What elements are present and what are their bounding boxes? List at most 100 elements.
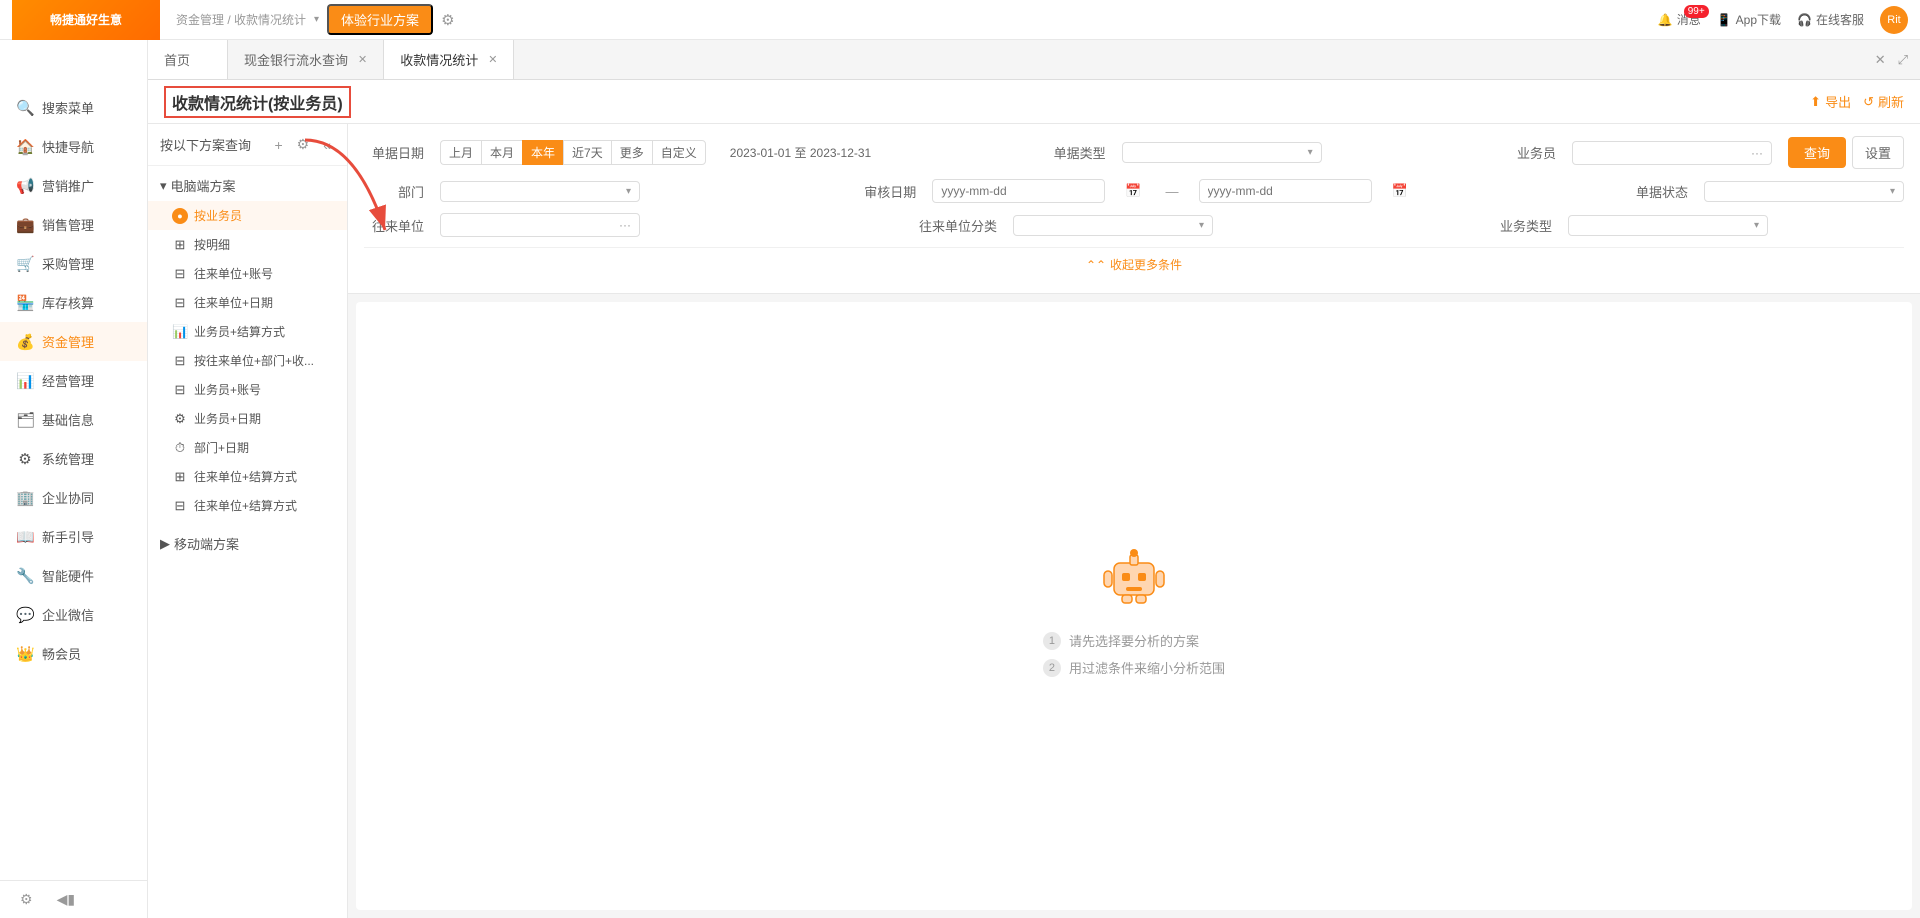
sidebar-item-enterprise[interactable]: 🏢 企业协同 <box>0 478 147 517</box>
sidebar-item-member[interactable]: 👑 畅会员 <box>0 634 147 673</box>
sidebar-collapse-icon[interactable]: ◀▮ <box>53 889 79 910</box>
messages-button[interactable]: 🔔 消息 99+ <box>1658 11 1701 28</box>
panel-collapse-button[interactable]: « <box>319 135 335 155</box>
tab-home[interactable]: 首页 <box>148 40 228 79</box>
sidebar-item-label: 基础信息 <box>42 410 94 429</box>
settings-button[interactable]: 设置 <box>1852 136 1904 169</box>
collapse-more-button[interactable]: ⌃⌃ 收起更多条件 <box>364 247 1904 281</box>
tab-this-month[interactable]: 本月 <box>481 140 522 165</box>
sidebar-settings-icon[interactable]: ⚙ <box>16 889 37 910</box>
tab-last-7[interactable]: 近7天 <box>563 140 611 165</box>
date-to: 2023-12-31 <box>810 146 871 160</box>
tab-close-all-icon[interactable]: ✕ <box>1875 52 1886 68</box>
review-date-from-input[interactable] <box>932 179 1105 203</box>
dept-chevron-icon: ▾ <box>626 186 631 197</box>
sidebar-item-search-menu[interactable]: 🔍 搜索菜单 <box>0 88 147 127</box>
settings-icon[interactable]: ⚙ <box>441 11 454 29</box>
tab-collection-stats[interactable]: 收款情况统计 ✕ <box>384 40 514 79</box>
sidebar-item-operations[interactable]: 📊 经营管理 <box>0 361 147 400</box>
filter-row-3: 往来单位 ··· 往来单位分类 ▾ 业务类型 ▾ <box>364 213 1904 237</box>
tree-item-counterpart-settlement1[interactable]: ⊞ 往来单位+结算方式 <box>148 462 347 491</box>
page-title: 收款情况统计(按业务员) <box>164 86 351 118</box>
counterpart-category-select[interactable]: ▾ <box>1013 215 1213 236</box>
tree-item-counterpart-dept[interactable]: ⊟ 按往来单位+部门+收... <box>148 346 347 375</box>
tree-item-dept-date[interactable]: ⏱ 部门+日期 <box>148 433 347 462</box>
filter-actions: 查询 设置 <box>1788 136 1904 169</box>
detail-icon: ⊞ <box>172 237 188 253</box>
voucher-type-select[interactable]: ▾ <box>1122 142 1322 163</box>
guide-icon: 📖 <box>16 528 34 546</box>
top-header: 畅捷通好生意 资金管理 / 收款情况统计 ▾ 体验行业方案 ⚙ 🔔 消息 99+… <box>0 0 1920 40</box>
tab-bar-right: ✕ ⤢ <box>1863 40 1920 79</box>
review-date-to-input[interactable] <box>1199 179 1372 203</box>
sidebar-item-wechat[interactable]: 💬 企业微信 <box>0 595 147 634</box>
date-dash-separator: — <box>1162 184 1183 199</box>
counterpart-select[interactable]: ··· <box>440 213 640 237</box>
export-button[interactable]: ⬆ 导出 <box>1810 92 1851 111</box>
sidebar-item-guide[interactable]: 📖 新手引导 <box>0 517 147 556</box>
voucher-status-select[interactable]: ▾ <box>1704 181 1904 202</box>
tree-item-counterpart-settlement2[interactable]: ⊟ 往来单位+结算方式 <box>148 491 347 520</box>
tree-item-salesperson-settlement[interactable]: 📊 业务员+结算方式 <box>148 317 347 346</box>
sidebar-item-label: 快捷导航 <box>42 137 94 156</box>
mobile-group-title[interactable]: ▶ 移动端方案 <box>148 528 347 559</box>
sidebar-item-sales[interactable]: 💼 销售管理 <box>0 205 147 244</box>
headset-icon: 🎧 <box>1797 13 1812 27</box>
tree-item-label: 业务员+账号 <box>194 381 261 398</box>
dept-select[interactable]: ▾ <box>440 181 640 202</box>
salesperson-select[interactable]: ··· <box>1572 141 1772 165</box>
counterpart-dept-icon: ⊟ <box>172 353 188 369</box>
add-scheme-button[interactable]: + <box>270 135 286 155</box>
tab-custom[interactable]: 自定义 <box>652 140 706 165</box>
desktop-group-title[interactable]: ▾ 电脑端方案 <box>148 170 347 201</box>
messages-badge: 99+ <box>1684 5 1709 18</box>
right-panel: 单据日期 上月 本月 本年 近7天 <box>348 124 1920 918</box>
tab-this-year-label: 本年 <box>531 146 555 160</box>
sidebar-item-label: 企业微信 <box>42 605 94 624</box>
trial-button[interactable]: 体验行业方案 <box>327 4 433 35</box>
refresh-button[interactable]: ↺ 刷新 <box>1863 92 1904 111</box>
salesperson-account-icon: ⊟ <box>172 382 188 398</box>
tab-more[interactable]: 更多 <box>611 140 652 165</box>
counterpart-category-chevron-icon: ▾ <box>1199 220 1204 231</box>
online-service-button[interactable]: 🎧 在线客服 <box>1797 11 1864 28</box>
counterpart-more-icon[interactable]: ··· <box>619 218 631 232</box>
tab-last-month[interactable]: 上月 <box>440 140 481 165</box>
tab-bank-flow-close-icon[interactable]: ✕ <box>358 53 367 66</box>
user-avatar[interactable]: Rit <box>1880 6 1908 34</box>
counterpart-date-icon: ⊟ <box>172 295 188 311</box>
tree-item-by-salesperson[interactable]: ● 按业务员 <box>148 201 347 230</box>
app-download-button[interactable]: 📱 App下载 <box>1717 11 1781 28</box>
sidebar-item-inventory[interactable]: 🏪 库存核算 <box>0 283 147 322</box>
tab-bank-flow-label: 现金银行流水查询 <box>244 50 348 69</box>
tree-item-by-detail[interactable]: ⊞ 按明细 <box>148 230 347 259</box>
tab-collection-stats-close-icon[interactable]: ✕ <box>488 53 497 66</box>
top-header-left: 畅捷通好生意 资金管理 / 收款情况统计 ▾ 体验行业方案 ⚙ <box>12 0 1658 40</box>
sidebar-item-basic-info[interactable]: 🗂 基础信息 <box>0 400 147 439</box>
refresh-icon: ↺ <box>1863 94 1874 110</box>
salesperson-more-icon[interactable]: ··· <box>1751 146 1763 160</box>
tree-item-salesperson-date[interactable]: ⚙ 业务员+日期 <box>148 404 347 433</box>
tree-item-label: 往来单位+日期 <box>194 294 273 311</box>
sidebar-item-finance[interactable]: 💰 资金管理 <box>0 322 147 361</box>
sidebar: 🔍 搜索菜单 🏠 快捷导航 📢 营销推广 💼 销售管理 🛒 采购管理 🏪 库存核… <box>0 40 148 918</box>
empty-state-icon <box>1094 535 1174 615</box>
left-panel-header: 按以下方案查询 + ⚙ « <box>148 124 347 166</box>
tab-this-year[interactable]: 本年 <box>522 140 563 165</box>
tree-item-counterpart-account[interactable]: ⊟ 往来单位+账号 <box>148 259 347 288</box>
business-type-select[interactable]: ▾ <box>1568 215 1768 236</box>
scheme-settings-button[interactable]: ⚙ <box>293 134 314 155</box>
tab-expand-icon[interactable]: ⤢ <box>1898 52 1908 68</box>
sidebar-item-smart-hardware[interactable]: 🔧 智能硬件 <box>0 556 147 595</box>
sidebar-item-system[interactable]: ⚙ 系统管理 <box>0 439 147 478</box>
sidebar-item-marketing[interactable]: 📢 营销推广 <box>0 166 147 205</box>
sidebar-item-quick-nav[interactable]: 🏠 快捷导航 <box>0 127 147 166</box>
tree-item-counterpart-date[interactable]: ⊟ 往来单位+日期 <box>148 288 347 317</box>
operations-icon: 📊 <box>16 372 34 390</box>
system-icon: ⚙ <box>16 450 34 468</box>
query-button[interactable]: 查询 <box>1788 137 1846 168</box>
left-panel-header-actions: + ⚙ « <box>270 134 335 155</box>
tree-item-salesperson-account[interactable]: ⊟ 业务员+账号 <box>148 375 347 404</box>
tab-bank-flow[interactable]: 现金银行流水查询 ✕ <box>228 40 384 79</box>
sidebar-item-purchase[interactable]: 🛒 采购管理 <box>0 244 147 283</box>
